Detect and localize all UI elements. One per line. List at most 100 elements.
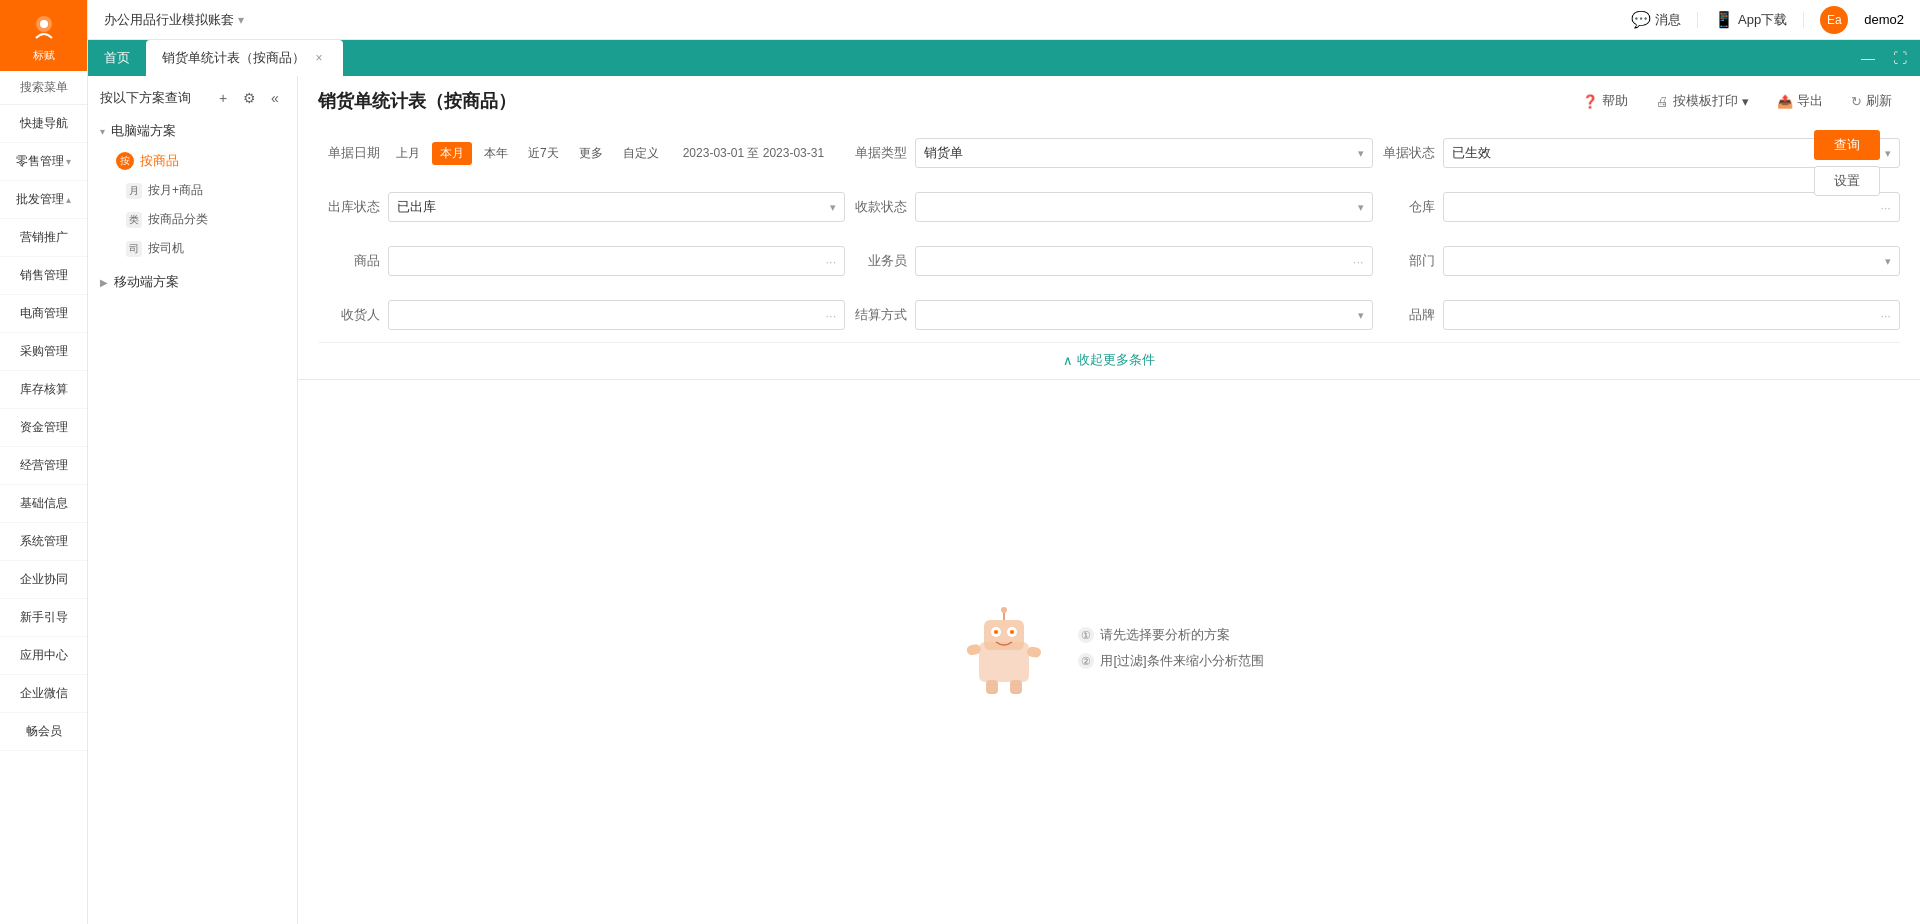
warehouse-more-icon[interactable]: ··· bbox=[1880, 200, 1891, 215]
topbar-divider bbox=[1697, 12, 1698, 28]
sidebar-item-member[interactable]: 畅会员 bbox=[0, 713, 87, 751]
tab-home[interactable]: 首页 bbox=[88, 40, 146, 76]
sidebar-item-system[interactable]: 系统管理 bbox=[0, 523, 87, 561]
date-tab-more[interactable]: 更多 bbox=[571, 142, 611, 165]
brand-more-icon[interactable]: ··· bbox=[1880, 308, 1891, 323]
sidebar-item-sales[interactable]: 销售管理 bbox=[0, 257, 87, 295]
tab-close-icon[interactable]: × bbox=[311, 50, 327, 66]
message-btn[interactable]: 💬 消息 bbox=[1631, 10, 1681, 29]
logo-text: 标赋 bbox=[33, 48, 55, 63]
page-header-actions: ❓ 帮助 🖨 按模板打印 ▾ 📤 导出 ↻ bbox=[1574, 88, 1900, 114]
payment-field[interactable]: ▾ bbox=[915, 300, 1372, 330]
filter-consignee: 收货人 ··· bbox=[318, 292, 845, 338]
salesperson-field[interactable]: ··· bbox=[915, 246, 1372, 276]
tree-group-mobile-header[interactable]: ▶ 移动端方案 bbox=[88, 267, 297, 297]
sidebar-item-guide[interactable]: 新手引导 bbox=[0, 599, 87, 637]
sidebar-item-purchase[interactable]: 采购管理 bbox=[0, 333, 87, 371]
maximize-btn[interactable]: ⛶ bbox=[1888, 46, 1912, 70]
sidebar-item-quick-nav[interactable]: 快捷导航 bbox=[0, 105, 87, 143]
tree-item-by-product[interactable]: 按 按商品 bbox=[88, 146, 297, 176]
query-button[interactable]: 查询 bbox=[1814, 130, 1880, 160]
refresh-icon: ↻ bbox=[1851, 94, 1862, 109]
svg-point-7 bbox=[994, 630, 998, 634]
main-area: 办公用品行业模拟账套 ▾ 💬 消息 📱 App下载 Ea demo2 首页 bbox=[88, 0, 1920, 924]
brand-field[interactable]: ··· bbox=[1443, 300, 1900, 330]
topbar-divider2 bbox=[1803, 12, 1804, 28]
date-tab-this-month[interactable]: 本月 bbox=[432, 142, 472, 165]
minimize-btn[interactable]: — bbox=[1856, 46, 1880, 70]
receipt-status-field[interactable]: ▾ bbox=[915, 192, 1372, 222]
left-panel: 按以下方案查询 + ⚙ « ▾ 电脑端方案 按 按商品 月 bbox=[88, 76, 298, 924]
tab-sales-stats[interactable]: 销货单统计表（按商品） × bbox=[146, 40, 343, 76]
setting-button[interactable]: 设置 bbox=[1814, 166, 1880, 196]
sidebar-item-apps[interactable]: 应用中心 bbox=[0, 637, 87, 675]
dept-field[interactable]: ▾ bbox=[1443, 246, 1900, 276]
consignee-more-icon[interactable]: ··· bbox=[825, 308, 836, 323]
doc-type-field[interactable]: 销货单 ▾ bbox=[915, 138, 1372, 168]
sidebar-item-wholesale[interactable]: 批发管理 ▴ bbox=[0, 181, 87, 219]
empty-state: ① 请先选择要分析的方案 ② 用[过滤]条件来缩小分析范围 bbox=[298, 380, 1920, 924]
filter-date: 单据日期 上月 本月 本年 近7天 更多 自定义 20 bbox=[318, 130, 845, 176]
help-btn[interactable]: ❓ 帮助 bbox=[1574, 88, 1636, 114]
date-tab-custom[interactable]: 自定义 bbox=[615, 142, 667, 165]
date-filter: 上月 本月 本年 近7天 更多 自定义 2023-03-01 至 2023-03… bbox=[388, 142, 845, 165]
export-btn[interactable]: 📤 导出 bbox=[1769, 88, 1831, 114]
tree-group-desktop-header[interactable]: ▾ 电脑端方案 bbox=[88, 116, 297, 146]
tree-item-by-month-product[interactable]: 月 按月+商品 bbox=[88, 176, 297, 205]
app-download-btn[interactable]: 📱 App下载 bbox=[1714, 10, 1787, 29]
svg-point-10 bbox=[1001, 607, 1007, 613]
tree-item-by-category[interactable]: 类 按商品分类 bbox=[88, 205, 297, 234]
warehouse-label: 仓库 bbox=[1373, 198, 1443, 216]
print-dropdown-icon: ▾ bbox=[1742, 94, 1749, 109]
receipt-status-label: 收款状态 bbox=[845, 198, 915, 216]
doc-status-label: 单据状态 bbox=[1373, 144, 1443, 162]
search-menu[interactable]: 搜索菜单 bbox=[0, 71, 87, 105]
receipt-status-dropdown-icon: ▾ bbox=[1358, 201, 1364, 214]
sidebar-item-enterprise[interactable]: 企业协同 bbox=[0, 561, 87, 599]
tabbar: 首页 销货单统计表（按商品） × — ⛶ bbox=[88, 40, 1920, 76]
brand-label: 品牌 bbox=[1373, 306, 1443, 324]
sidebar-item-operations[interactable]: 经营管理 bbox=[0, 447, 87, 485]
filter-dept: 部门 ▾ bbox=[1373, 238, 1900, 284]
template-print-btn[interactable]: 🖨 按模板打印 ▾ bbox=[1648, 88, 1757, 114]
filter-receipt-status: 收款状态 ▾ bbox=[845, 184, 1372, 230]
sidebar-item-ecommerce[interactable]: 电商管理 bbox=[0, 295, 87, 333]
refresh-btn[interactable]: ↻ 刷新 bbox=[1843, 88, 1900, 114]
avatar[interactable]: Ea bbox=[1820, 6, 1848, 34]
sidebar-item-marketing[interactable]: 营销推广 bbox=[0, 219, 87, 257]
sidebar-item-wechat[interactable]: 企业微信 bbox=[0, 675, 87, 713]
sidebar-item-basic[interactable]: 基础信息 bbox=[0, 485, 87, 523]
topbar-actions: 💬 消息 📱 App下载 Ea demo2 bbox=[1631, 6, 1904, 34]
username-label: demo2 bbox=[1864, 12, 1904, 27]
date-tab-7days[interactable]: 近7天 bbox=[520, 142, 567, 165]
goods-field[interactable]: ··· bbox=[388, 246, 845, 276]
collapse-up-icon: ∧ bbox=[1063, 353, 1073, 368]
settings-scheme-btn[interactable]: ⚙ bbox=[239, 88, 259, 108]
print-icon: 🖨 bbox=[1656, 94, 1669, 109]
sidebar-item-inventory[interactable]: 库存核算 bbox=[0, 371, 87, 409]
payment-dropdown-icon: ▾ bbox=[1358, 309, 1364, 322]
mobile-expand-icon: ▶ bbox=[100, 277, 108, 288]
filter-salesperson: 业务员 ··· bbox=[845, 238, 1372, 284]
sidebar-item-finance[interactable]: 资金管理 bbox=[0, 409, 87, 447]
collapse-panel-btn[interactable]: « bbox=[265, 88, 285, 108]
add-scheme-btn[interactable]: + bbox=[213, 88, 233, 108]
salesperson-more-icon[interactable]: ··· bbox=[1353, 254, 1364, 269]
filter-payment: 结算方式 ▾ bbox=[845, 292, 1372, 338]
empty-illustration bbox=[954, 602, 1054, 702]
warehouse-field[interactable]: ··· bbox=[1443, 192, 1900, 222]
tree-item-by-printer[interactable]: 司 按司机 bbox=[88, 234, 297, 263]
export-icon: 📤 bbox=[1777, 94, 1793, 109]
maximize-icon: ⛶ bbox=[1893, 50, 1907, 66]
tip2-num: ② bbox=[1078, 653, 1094, 669]
date-tab-last-month[interactable]: 上月 bbox=[388, 142, 428, 165]
collapse-filter-btn[interactable]: ∧ 收起更多条件 bbox=[318, 342, 1900, 379]
date-tab-this-year[interactable]: 本年 bbox=[476, 142, 516, 165]
goods-more-icon[interactable]: ··· bbox=[825, 254, 836, 269]
wholesale-arrow-icon: ▴ bbox=[66, 194, 71, 205]
filter-brand: 品牌 ··· bbox=[1373, 292, 1900, 338]
out-status-field[interactable]: 已出库 ▾ bbox=[388, 192, 845, 222]
left-panel-header: 按以下方案查询 + ⚙ « bbox=[88, 88, 297, 116]
consignee-field[interactable]: ··· bbox=[388, 300, 845, 330]
sidebar-item-retail[interactable]: 零售管理 ▾ bbox=[0, 143, 87, 181]
